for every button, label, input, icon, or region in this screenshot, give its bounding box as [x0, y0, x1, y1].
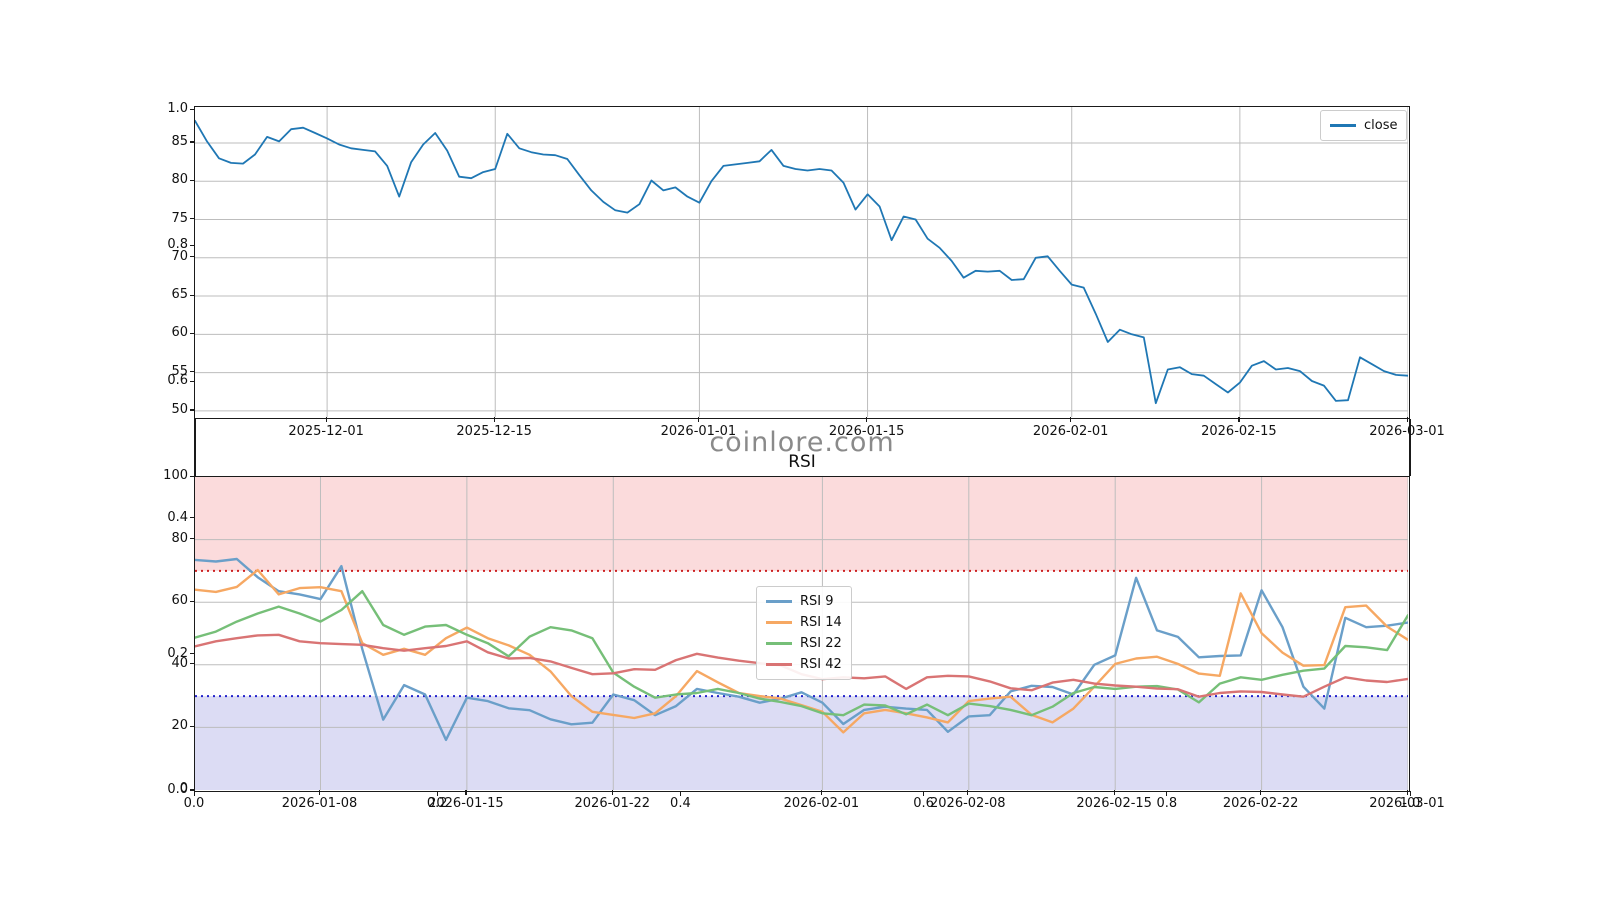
hidden-x-tick-label: 0.6 [913, 796, 934, 811]
legend-line-sample [766, 663, 792, 666]
x-tickmark [318, 790, 321, 795]
hidden-y-tickmark [189, 108, 194, 110]
legend-label: RSI 9 [800, 594, 834, 609]
legend-entry: RSI 42 [766, 654, 842, 675]
legend-line-sample [1330, 124, 1356, 127]
left-spine-connector [194, 419, 196, 476]
x-tickmark [325, 417, 327, 422]
y-tickmark [189, 141, 194, 143]
x-tickmark [1113, 790, 1115, 795]
hidden-y-tickmark [189, 517, 194, 519]
oversold-band [195, 696, 1408, 790]
y-tick-label: 20 [171, 718, 188, 734]
x-tick-label: 2026-02-22 [1222, 796, 1299, 811]
hidden-y-tick-label: 1.0 [167, 101, 188, 116]
hidden-x-tickmark [1409, 791, 1411, 796]
legend-rsi: RSI 9 RSI 14 RSI 22 RSI 42 [756, 586, 852, 680]
y-tick-label: 65 [171, 287, 188, 303]
hidden-x-tick-label: 0.0 [183, 796, 205, 811]
rsi-title: RSI [788, 452, 816, 472]
legend-entry: RSI 14 [766, 612, 842, 633]
y-tickmark [189, 256, 194, 258]
price-chart-canvas [195, 107, 1408, 417]
legend-entry: close [1330, 115, 1397, 136]
y-tickmark [189, 475, 194, 477]
x-tickmark [1406, 790, 1408, 795]
hidden-x-tick-label: 0.2 [426, 796, 448, 811]
hidden-y-tick-label: 0.8 [167, 237, 188, 253]
x-tickmark [820, 790, 823, 795]
legend-label: close [1364, 118, 1398, 133]
hidden-x-tickmark [1166, 791, 1168, 796]
hidden-y-tick-label: 0.6 [167, 373, 188, 389]
y-tick-label: 50 [171, 401, 188, 417]
x-tick-label: 2025-12-01 [288, 424, 364, 439]
hidden-x-tick-label: 1.0 [1399, 796, 1421, 811]
x-tickmark [1406, 417, 1408, 422]
hidden-y-tick-label: 0.0 [167, 782, 188, 797]
x-tick-label: 2026-01-15 [828, 424, 905, 439]
y-tickmark [189, 294, 194, 296]
y-tickmark [189, 371, 194, 373]
y-tickmark [189, 663, 194, 665]
hidden-x-tickmark [923, 791, 925, 796]
overbought-band [195, 477, 1408, 571]
y-tickmark [189, 409, 194, 411]
hidden-x-tickmark [193, 791, 195, 796]
x-tickmark [1260, 790, 1262, 795]
hidden-x-tick-label: 0.8 [1156, 796, 1178, 811]
hidden-y-tick-label: 0.2 [167, 645, 188, 661]
legend-label: RSI 14 [800, 615, 842, 630]
x-tick-label: 2026-02-01 [783, 796, 860, 811]
legend-line-sample [766, 642, 792, 645]
close-line [195, 119, 1408, 405]
y-tick-label: 80 [171, 172, 188, 188]
hidden-y-tick-label: 0.4 [167, 509, 188, 525]
y-tickmark [189, 600, 194, 602]
y-tickmark [189, 218, 194, 220]
x-tickmark [866, 417, 868, 422]
legend-entry: RSI 9 [766, 591, 842, 612]
x-tick-label: 2025-12-15 [456, 424, 532, 439]
legend-label: RSI 42 [800, 657, 842, 672]
x-tickmark [1238, 417, 1240, 422]
legend-entry: RSI 22 [766, 633, 842, 654]
hidden-x-tickmark [679, 791, 682, 796]
y-tick-label: 80 [171, 530, 188, 546]
y-tickmark [189, 538, 194, 540]
x-tickmark [697, 417, 700, 422]
x-tickmark [493, 417, 495, 422]
hidden-y-tickmark [189, 380, 194, 383]
x-tick-label: 2026-02-01 [1032, 424, 1109, 439]
hidden-y-tickmark [189, 653, 194, 655]
y-tick-label: 60 [171, 325, 188, 341]
legend-close: close [1320, 110, 1408, 141]
x-tickmark [465, 790, 467, 795]
y-tickmark [189, 179, 194, 181]
x-tick-label: 2026-01-01 [660, 424, 737, 439]
y-tick-label: 60 [171, 593, 188, 609]
x-tickmark [1070, 417, 1072, 422]
hidden-y-tickmark [189, 244, 194, 246]
x-tick-label: 2026-02-15 [1201, 424, 1277, 439]
y-tick-label: 85 [171, 134, 188, 149]
y-tick-label: 100 [163, 468, 188, 483]
hidden-x-tickmark [436, 791, 438, 796]
legend-label: RSI 22 [800, 636, 842, 651]
x-tickmark [967, 790, 969, 795]
figure: coinlore.com RSI close RSI 9 RSI 14 RSI 22… [0, 0, 1600, 900]
y-tickmark [189, 725, 194, 728]
x-tick-label: 2026-01-08 [281, 796, 358, 811]
legend-line-sample [766, 621, 792, 624]
legend-line-sample [766, 600, 792, 603]
x-tick-label: 2026-03-01 [1369, 424, 1445, 439]
x-tickmark [611, 790, 613, 795]
y-tickmark [189, 332, 194, 335]
price-chart [194, 106, 1410, 419]
hidden-x-tick-label: 0.4 [670, 796, 691, 811]
y-tick-label: 75 [171, 210, 188, 226]
